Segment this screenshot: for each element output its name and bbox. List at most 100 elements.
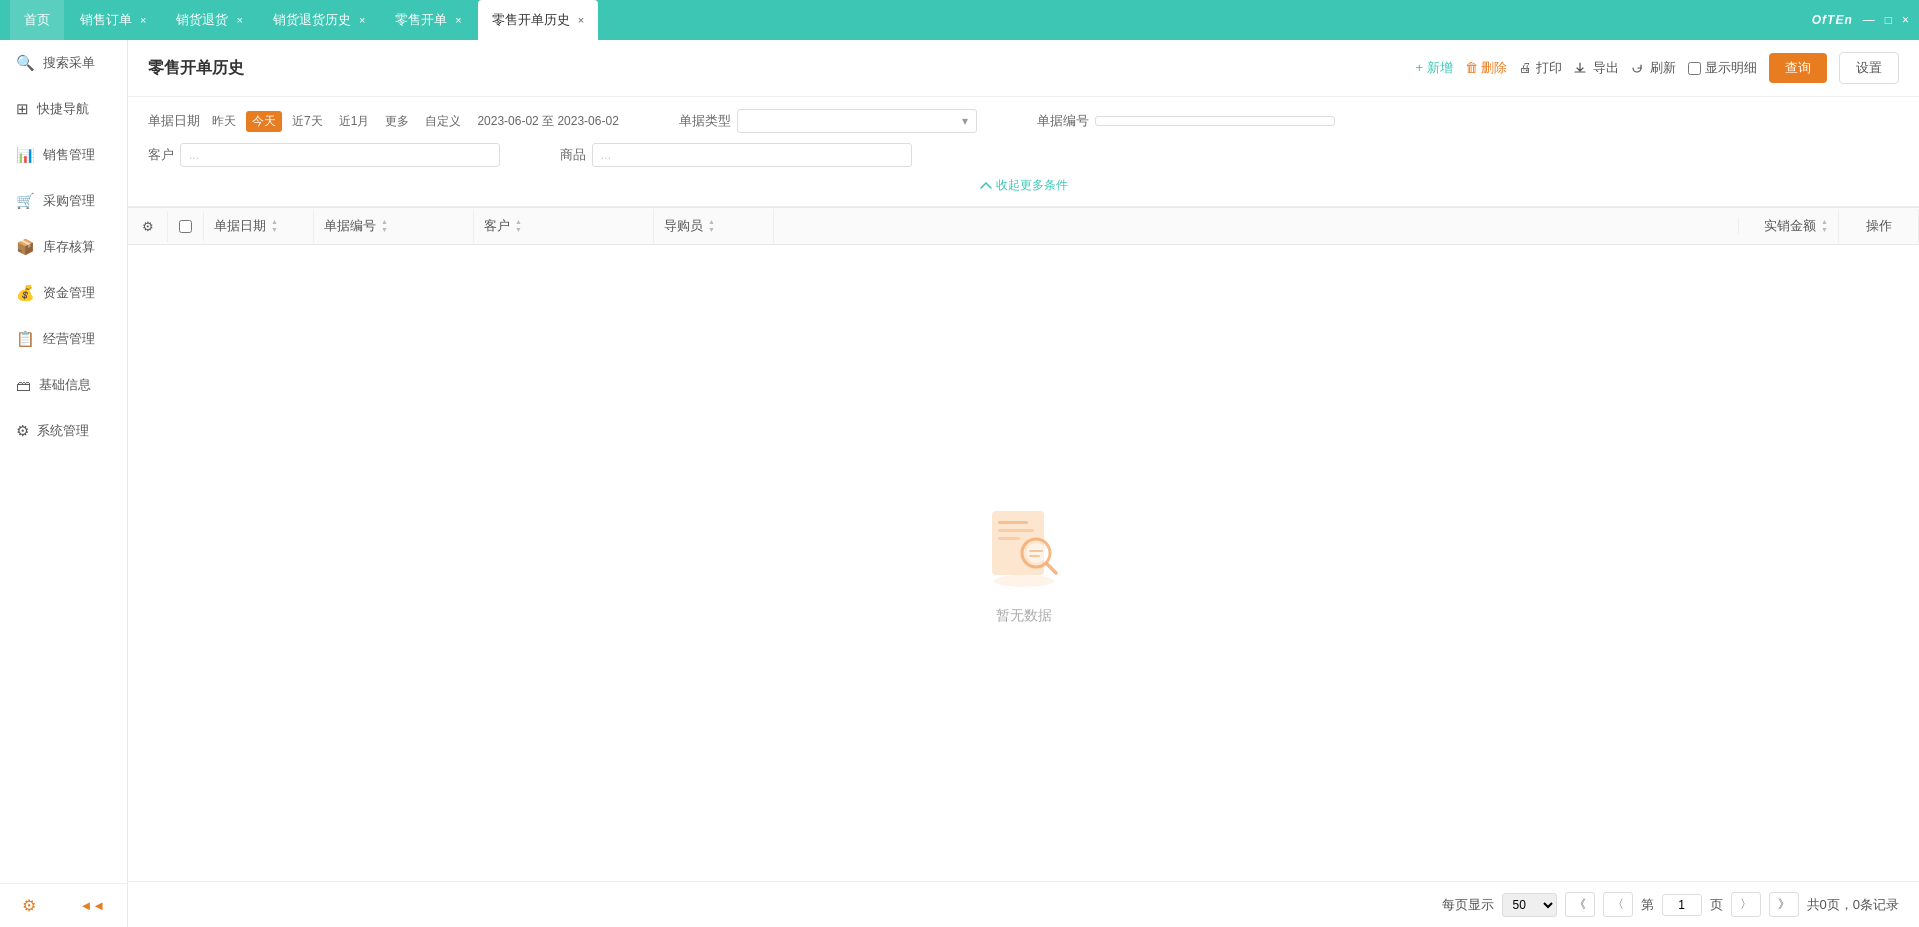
th-checkbox[interactable] [168, 212, 204, 241]
export-button[interactable]: 导出 [1574, 59, 1619, 77]
page-size-select[interactable]: 50 10 20 100 [1502, 893, 1557, 917]
sidebar-settings-icon[interactable]: ⚙ [22, 896, 36, 915]
th-amount[interactable]: 实销金额 ▲▼ [1739, 209, 1839, 243]
add-button[interactable]: + 新增 [1416, 59, 1453, 77]
shortcut-more[interactable]: 更多 [379, 111, 415, 132]
product-placeholder: ... [601, 148, 611, 162]
shortcut-custom[interactable]: 自定义 [419, 111, 467, 132]
export-label: 导出 [1593, 59, 1619, 77]
product-label: 商品 [560, 146, 586, 164]
next-page-button[interactable]: 〉 [1731, 892, 1761, 917]
current-page-input[interactable] [1662, 894, 1702, 916]
svg-point-0 [994, 575, 1054, 587]
sales-mgmt-icon: 📊 [16, 146, 35, 164]
sidebar-item-search-purchase[interactable]: 🔍 搜索采单 [0, 40, 127, 86]
th-action-label: 操作 [1866, 217, 1892, 235]
sidebar-item-sales-mgmt[interactable]: 📊 销售管理 [0, 132, 127, 178]
tab-retail-open[interactable]: 零售开单 × [381, 0, 475, 40]
th-settings[interactable]: ⚙ [128, 211, 168, 242]
delete-button[interactable]: 🗑 删除 [1465, 59, 1508, 77]
date-range: 2023-06-02 至 2023-06-02 [477, 113, 618, 130]
total-info: 共0页，0条记录 [1807, 896, 1899, 914]
tab-sales-return-history-label: 销货退货历史 [273, 11, 351, 29]
th-guide[interactable]: 导购员 ▲▼ [654, 209, 774, 243]
page-header: 零售开单历史 + 新增 🗑 删除 🖨 打印 导出 刷新 显示明细 查询 [128, 40, 1919, 97]
sidebar-item-purchase-mgmt[interactable]: 🛒 采购管理 [0, 178, 127, 224]
sidebar-item-system[interactable]: ⚙ 系统管理 [0, 408, 127, 454]
shortcut-today[interactable]: 今天 [246, 111, 282, 132]
filter-area: 单据日期 昨天 今天 近7天 近1月 更多 自定义 2023-06-02 至 2… [128, 97, 1919, 207]
doc-type-label: 单据类型 [679, 112, 731, 130]
close-sales-order-icon[interactable]: × [140, 14, 146, 26]
filter-doc-type: 单据类型 ▾ [679, 109, 977, 133]
show-detail-label: 显示明细 [1688, 59, 1757, 77]
refresh-button[interactable]: 刷新 [1631, 59, 1676, 77]
prev-page-button[interactable]: 〈 [1603, 892, 1633, 917]
sidebar-collapse-icon[interactable]: ◄◄ [79, 898, 105, 913]
settings-button[interactable]: 设置 [1839, 52, 1899, 84]
finance-icon: 💰 [16, 284, 35, 302]
collapse-bar[interactable]: 收起更多条件 [148, 177, 1899, 194]
sort-guide-icon: ▲▼ [708, 218, 715, 235]
sidebar-item-purchase-mgmt-label: 采购管理 [43, 192, 95, 210]
sidebar-item-quick-nav[interactable]: ⊞ 快捷导航 [0, 86, 127, 132]
pagination: 每页显示 50 10 20 100 《 〈 第 页 〉 》 共0页，0条记录 [128, 881, 1919, 927]
page-prefix: 第 [1641, 896, 1654, 914]
close-sales-return-history-icon[interactable]: × [359, 14, 365, 26]
doc-type-select[interactable]: ▾ [737, 109, 977, 133]
svg-rect-1 [992, 511, 1044, 575]
tab-home-label: 首页 [24, 11, 50, 29]
tab-sales-order[interactable]: 销售订单 × [66, 0, 160, 40]
sidebar-bottom: ⚙ ◄◄ [0, 883, 127, 927]
doc-type-arrow-icon: ▾ [962, 114, 968, 128]
tab-home[interactable]: 首页 [10, 0, 64, 40]
last-page-button[interactable]: 》 [1769, 892, 1799, 917]
minimize-button[interactable]: — [1863, 13, 1875, 27]
customer-label: 客户 [148, 146, 174, 164]
customer-input[interactable]: ... [180, 143, 500, 167]
show-detail-text: 显示明细 [1705, 59, 1757, 77]
product-input[interactable]: ... [592, 143, 912, 167]
first-page-button[interactable]: 《 [1565, 892, 1595, 917]
filter-row-2: 客户 ... 商品 ... [148, 143, 1899, 167]
th-customer[interactable]: 客户 ▲▼ [474, 209, 654, 243]
shortcut-1month[interactable]: 近1月 [333, 111, 376, 132]
sidebar-item-operation[interactable]: 📋 经营管理 [0, 316, 127, 362]
show-detail-checkbox[interactable] [1688, 62, 1701, 75]
close-retail-open-icon[interactable]: × [455, 14, 461, 26]
main-layout: 🔍 搜索采单 ⊞ 快捷导航 📊 销售管理 🛒 采购管理 📦 库存核算 💰 [0, 40, 1919, 927]
sidebar-item-finance[interactable]: 💰 资金管理 [0, 270, 127, 316]
tab-retail-open-history[interactable]: 零售开单历史 × [478, 0, 598, 40]
customer-placeholder: ... [189, 148, 199, 162]
sidebar-item-inventory[interactable]: 📦 库存核算 [0, 224, 127, 270]
th-date-label: 单据日期 [214, 217, 266, 235]
th-amount-label: 实销金额 [1764, 217, 1816, 235]
maximize-button[interactable]: □ [1885, 13, 1892, 27]
sidebar-item-basic-info[interactable]: 🗃 基础信息 [0, 362, 127, 408]
th-customer-label: 客户 [484, 217, 510, 235]
query-button[interactable]: 查询 [1769, 53, 1827, 83]
close-retail-open-history-icon[interactable]: × [578, 14, 584, 26]
inventory-icon: 📦 [16, 238, 35, 256]
print-button[interactable]: 🖨 打印 [1519, 59, 1562, 77]
th-num[interactable]: 单据编号 ▲▼ [314, 209, 474, 243]
sort-amount-icon: ▲▼ [1821, 218, 1828, 235]
sort-date-icon: ▲▼ [271, 218, 278, 235]
date-shortcuts: 昨天 今天 近7天 近1月 更多 自定义 [206, 111, 467, 132]
tab-sales-return[interactable]: 销货退货 × [162, 0, 256, 40]
shortcut-yesterday[interactable]: 昨天 [206, 111, 242, 132]
doc-num-input-display[interactable] [1095, 116, 1335, 126]
shortcut-7days[interactable]: 近7天 [286, 111, 329, 132]
table-header: ⚙ 单据日期 ▲▼ 单据编号 ▲▼ 客户 ▲▼ 导购员 [128, 207, 1919, 245]
tab-sales-order-label: 销售订单 [80, 11, 132, 29]
brand-label: OfTEn [1812, 13, 1853, 27]
sort-customer-icon: ▲▼ [515, 218, 522, 235]
close-window-button[interactable]: × [1902, 13, 1909, 27]
close-sales-return-icon[interactable]: × [236, 14, 242, 26]
basic-info-icon: 🗃 [16, 377, 31, 394]
select-all-checkbox[interactable] [179, 220, 192, 233]
sidebar-item-system-label: 系统管理 [37, 422, 89, 440]
th-date[interactable]: 单据日期 ▲▼ [204, 209, 314, 243]
th-num-label: 单据编号 [324, 217, 376, 235]
tab-sales-return-history[interactable]: 销货退货历史 × [259, 0, 379, 40]
